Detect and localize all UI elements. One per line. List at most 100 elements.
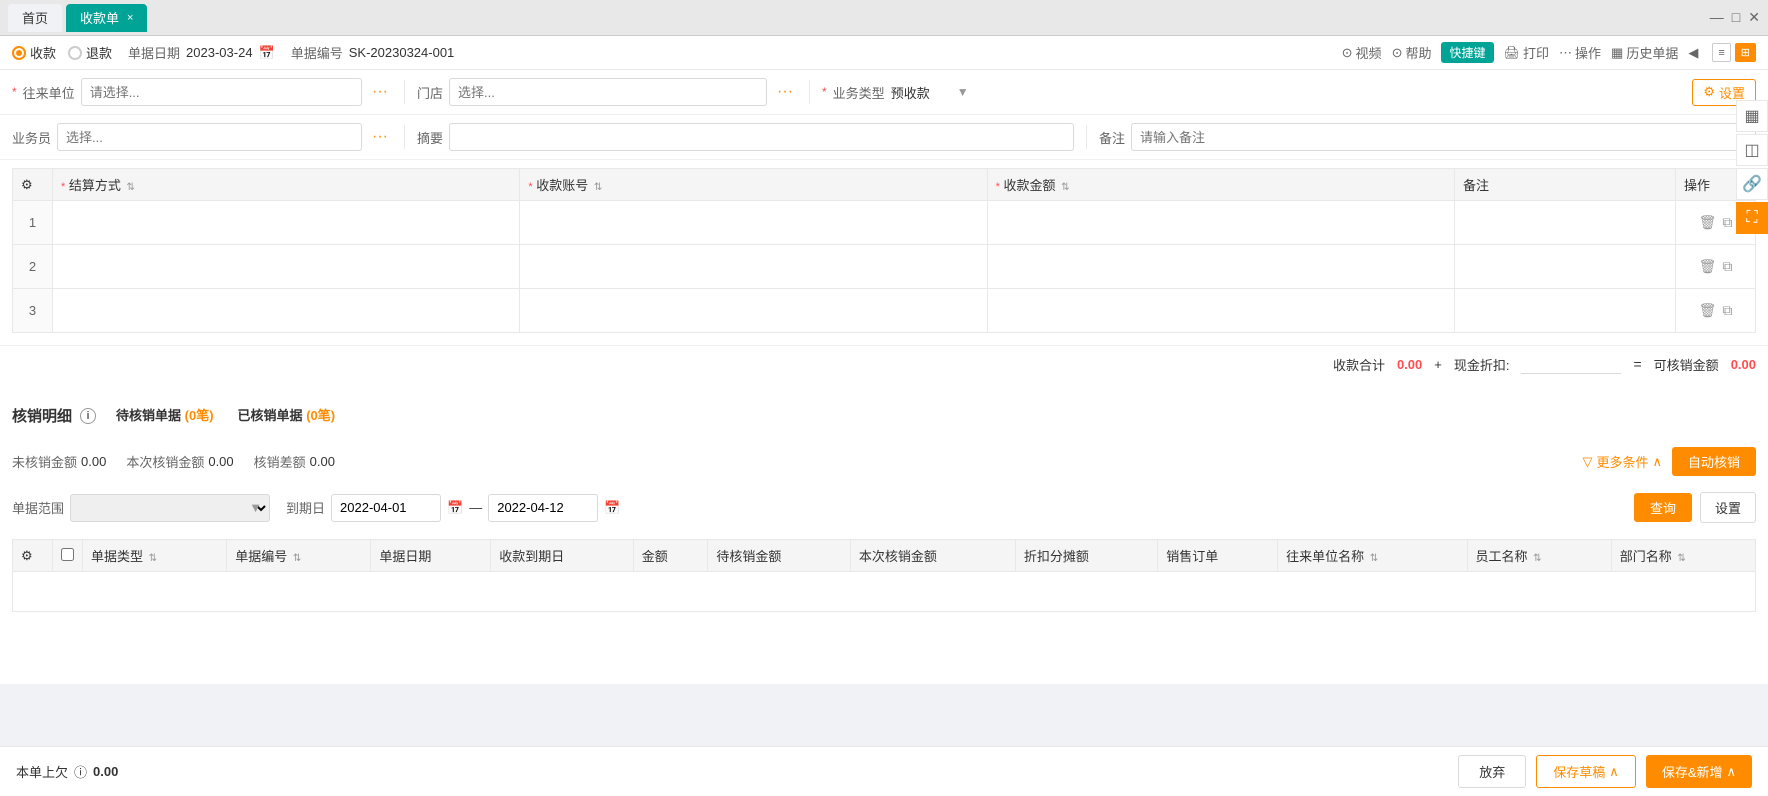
bottom-col-settings[interactable]: ⚙ xyxy=(13,540,53,572)
row-2-amount[interactable] xyxy=(987,245,1454,289)
row-2-settlement[interactable] xyxy=(53,245,520,289)
close-btn[interactable]: ✕ xyxy=(1748,9,1760,26)
history-btn[interactable]: ▦ 历史单据 xyxy=(1611,43,1678,62)
sidebar-link-icon[interactable]: 🔗 xyxy=(1736,168,1768,200)
bottom-col-number: 单据编号 ⇅ xyxy=(227,540,371,572)
layout-list-btn[interactable]: ≡ xyxy=(1712,43,1730,62)
radio-receipt[interactable]: 收款 xyxy=(12,43,56,62)
tab-home[interactable]: 首页 xyxy=(8,4,62,32)
row-1-account[interactable] xyxy=(520,201,987,245)
abandon-btn[interactable]: 放弃 xyxy=(1458,755,1526,788)
date-calendar-icon[interactable]: 📅 xyxy=(259,45,275,61)
row-3-settlement[interactable] xyxy=(53,289,520,333)
row-1-copy-icon[interactable]: ⧉ xyxy=(1722,214,1732,231)
date-start-icon[interactable]: 📅 xyxy=(447,500,463,516)
tab-close-icon[interactable]: × xyxy=(127,12,133,24)
date-field: 单据日期 2023-03-24 📅 xyxy=(128,43,275,62)
tab-receipt[interactable]: 收款单 × xyxy=(66,4,147,32)
col-discount-label: 折扣分摊额 xyxy=(1024,549,1089,564)
row-3-amount[interactable] xyxy=(987,289,1454,333)
number-label: 单据编号 xyxy=(291,43,343,62)
note-col-label: 备注 xyxy=(1463,178,1489,193)
shortcuts-btn[interactable]: 快捷键 xyxy=(1441,42,1493,63)
row-2-delete-icon[interactable]: 🗑 xyxy=(1699,258,1717,275)
row-2-action: 🗑 ⧉ xyxy=(1676,245,1756,289)
row-2-copy-icon[interactable]: ⧉ xyxy=(1722,258,1732,275)
sidebar-expand-icon[interactable]: ⛶ xyxy=(1736,202,1768,234)
sidebar-layout-icon[interactable]: ◫ xyxy=(1736,134,1768,166)
row-3-delete-icon[interactable]: 🗑 xyxy=(1699,302,1717,319)
save-new-btn[interactable]: 保存&新增 ∧ xyxy=(1646,755,1752,788)
note-input[interactable] xyxy=(1131,123,1756,151)
video-btn[interactable]: ⊙ 视频 xyxy=(1342,43,1382,62)
table-row: 3 🗑 ⧉ xyxy=(13,289,1756,333)
tab-home-label: 首页 xyxy=(22,8,48,27)
bottom-col-type: 单据类型 ⇅ xyxy=(83,540,227,572)
sort-icon-settlement: ⇅ xyxy=(127,182,135,193)
arrow-left-icon[interactable]: ◀ xyxy=(1688,45,1698,61)
history-icon: ▦ xyxy=(1611,45,1623,61)
row-1-note[interactable] xyxy=(1454,201,1675,245)
date-end-icon[interactable]: 📅 xyxy=(604,500,620,516)
col-counterpart-label: 往来单位名称 xyxy=(1286,549,1364,564)
row-1-delete-icon[interactable]: 🗑 xyxy=(1699,214,1717,231)
form-row-2: 业务员 ··· 摘要 备注 xyxy=(0,115,1768,160)
row-3-copy-icon[interactable]: ⧉ xyxy=(1722,302,1732,319)
pending-tab[interactable]: 待核销单据 (0笔) xyxy=(104,402,226,429)
sidebar-table-icon[interactable]: ▦ xyxy=(1736,100,1768,132)
reconcile-section: 核销明细 i 待核销单据 (0笔) 已核销单据 (0笔) 未核销金额 0.0 xyxy=(0,390,1768,624)
summary-group: 摘要 xyxy=(417,123,1074,151)
counterpart-more-btn[interactable]: ··· xyxy=(368,83,392,101)
reconcile-title-row: 核销明细 i 待核销单据 (0笔) 已核销单据 (0笔) xyxy=(12,402,1756,429)
range-select[interactable] xyxy=(70,494,270,522)
pending-count: (0笔) xyxy=(185,408,214,423)
row-2-note[interactable] xyxy=(1454,245,1675,289)
col-type-label: 单据类型 xyxy=(91,549,143,564)
sort-number-icon: ⇅ xyxy=(293,553,301,564)
business-type-group: * 业务类型 预收款 ▼ xyxy=(822,83,969,102)
bottom-table-empty-row xyxy=(13,572,1756,612)
business-type-label: 业务类型 xyxy=(833,83,885,102)
date-end-input[interactable] xyxy=(488,494,598,522)
sort-icon-account: ⇅ xyxy=(594,182,602,193)
row-num-3: 3 xyxy=(13,289,53,333)
row-3-account[interactable] xyxy=(520,289,987,333)
auto-reconcile-btn[interactable]: 自动核销 xyxy=(1672,447,1756,476)
date-start-input[interactable] xyxy=(331,494,441,522)
print-btn[interactable]: 🖨 打印 xyxy=(1504,43,1550,62)
note-group: 备注 xyxy=(1099,123,1756,151)
form-row-1: * 往来单位 ··· 门店 ··· * 业务类型 预收款 ▼ ⚙ xyxy=(0,70,1768,115)
draft-btn[interactable]: 保存草稿 ∧ xyxy=(1536,755,1636,788)
store-input[interactable] xyxy=(449,78,767,106)
footer: 本单上欠 ⓘ 0.00 放弃 保存草稿 ∧ 保存&新增 ∧ xyxy=(0,746,1768,796)
business-type-dropdown[interactable]: ▼ xyxy=(957,85,969,99)
info-icon[interactable]: i xyxy=(80,408,96,424)
row-1-amount[interactable] xyxy=(987,201,1454,245)
query-btn[interactable]: 查询 xyxy=(1634,493,1692,522)
reconcile-tabs: 待核销单据 (0笔) 已核销单据 (0笔) xyxy=(104,402,347,429)
summary-input[interactable] xyxy=(449,123,1074,151)
operations-btn[interactable]: ⋯ 操作 xyxy=(1559,43,1601,62)
store-more-btn[interactable]: ··· xyxy=(773,83,797,101)
minimize-btn[interactable]: — xyxy=(1710,9,1724,26)
row-3-note[interactable] xyxy=(1454,289,1675,333)
operations-label: 操作 xyxy=(1575,43,1601,62)
discount-input[interactable] xyxy=(1521,354,1621,374)
salesperson-input[interactable] xyxy=(57,123,362,151)
select-all-checkbox[interactable] xyxy=(61,548,74,561)
done-tab[interactable]: 已核销单据 (0笔) xyxy=(226,402,348,429)
sort-dept-icon: ⇅ xyxy=(1677,553,1685,564)
more-conditions-btn[interactable]: ▽ 更多条件 ∧ xyxy=(1582,452,1662,471)
help-btn[interactable]: ⊙ 帮助 xyxy=(1392,43,1432,62)
info-icon-footer[interactable]: ⓘ xyxy=(74,762,87,781)
salesperson-more-btn[interactable]: ··· xyxy=(368,128,392,146)
reconcile-settings-btn[interactable]: 设置 xyxy=(1700,492,1756,523)
counterpart-input[interactable] xyxy=(81,78,362,106)
radio-refund[interactable]: 退款 xyxy=(68,43,112,62)
row-2-account[interactable] xyxy=(520,245,987,289)
maximize-btn[interactable]: □ xyxy=(1732,9,1740,26)
layout-grid-btn[interactable]: ⊞ xyxy=(1735,43,1756,62)
col-settings[interactable]: ⚙ xyxy=(13,169,53,201)
equal-sign: = xyxy=(1633,356,1641,372)
row-1-settlement[interactable] xyxy=(53,201,520,245)
